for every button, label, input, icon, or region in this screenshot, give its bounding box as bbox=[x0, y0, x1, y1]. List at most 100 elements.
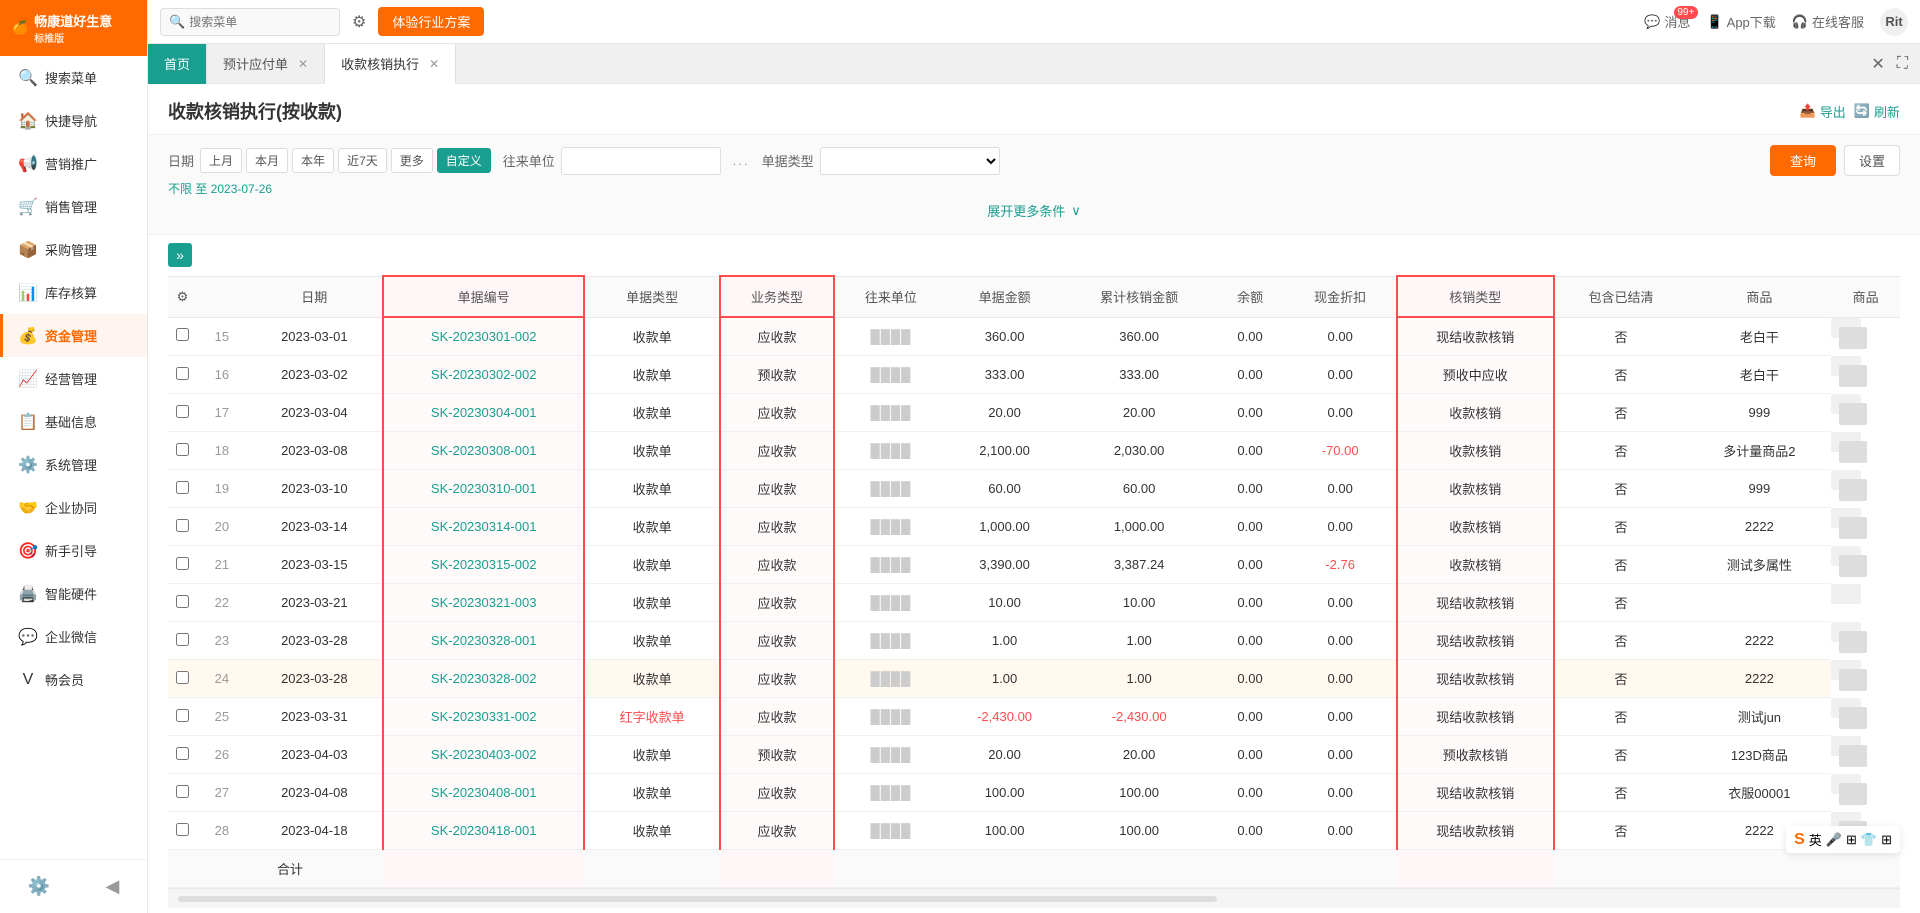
cell-doc-no[interactable]: SK-20230310-001 bbox=[383, 470, 585, 508]
row-checkbox[interactable] bbox=[176, 519, 189, 532]
cell-checkbox[interactable] bbox=[168, 660, 197, 698]
date-last-month-btn[interactable]: 上月 bbox=[200, 148, 242, 173]
doc-no-link[interactable]: SK-20230321-003 bbox=[431, 595, 537, 610]
cell-checkbox[interactable] bbox=[168, 584, 197, 622]
filter-expand-btn[interactable]: 展开更多条件 ∨ bbox=[168, 197, 1900, 224]
row-checkbox[interactable] bbox=[176, 367, 189, 380]
doc-no-link[interactable]: SK-20230408-001 bbox=[431, 785, 537, 800]
cell-doc-no[interactable]: SK-20230302-002 bbox=[383, 356, 585, 394]
doc-no-link[interactable]: SK-20230302-002 bbox=[431, 367, 537, 382]
cell-doc-no[interactable]: SK-20230315-002 bbox=[383, 546, 585, 584]
cell-doc-no[interactable]: SK-20230314-001 bbox=[383, 508, 585, 546]
sidebar-item-corp[interactable]: 🤝 企业协同 bbox=[0, 486, 147, 529]
cell-doc-no[interactable]: SK-20230301-002 bbox=[383, 317, 585, 356]
row-checkbox[interactable] bbox=[176, 595, 189, 608]
date-this-year-btn[interactable]: 本年 bbox=[292, 148, 334, 173]
cell-doc-no[interactable]: SK-20230331-002 bbox=[383, 698, 585, 736]
row-checkbox[interactable] bbox=[176, 785, 189, 798]
user-avatar[interactable]: Rit bbox=[1880, 8, 1908, 36]
doc-no-link[interactable]: SK-20230331-002 bbox=[431, 709, 537, 724]
sidebar-item-marketing[interactable]: 📢 营销推广 bbox=[0, 142, 147, 185]
cell-doc-no[interactable]: SK-20230328-002 bbox=[383, 660, 585, 698]
message-badge[interactable]: 💬 消息 99+ bbox=[1644, 12, 1690, 31]
doc-no-link[interactable]: SK-20230403-002 bbox=[431, 747, 537, 762]
counterparty-input[interactable] bbox=[561, 147, 721, 175]
col-settings[interactable]: ⚙ bbox=[168, 276, 197, 317]
row-checkbox[interactable] bbox=[176, 405, 189, 418]
row-checkbox[interactable] bbox=[176, 671, 189, 684]
sidebar-item-finance[interactable]: 💰 资金管理 bbox=[0, 314, 147, 357]
sidebar-item-basic-info[interactable]: 📋 基础信息 bbox=[0, 400, 147, 443]
row-checkbox[interactable] bbox=[176, 328, 189, 341]
sidebar-item-vip[interactable]: V 畅会员 bbox=[0, 658, 147, 701]
solution-button[interactable]: 体验行业方案 bbox=[378, 7, 484, 36]
cell-doc-no[interactable]: SK-20230308-001 bbox=[383, 432, 585, 470]
cell-checkbox[interactable] bbox=[168, 736, 197, 774]
date-more-btn[interactable]: 更多 bbox=[391, 148, 433, 173]
sidebar-item-quick-nav[interactable]: 🏠 快捷导航 bbox=[0, 99, 147, 142]
sidebar-item-hardware[interactable]: 🖨️ 智能硬件 bbox=[0, 572, 147, 615]
sidebar-item-system[interactable]: ⚙️ 系统管理 bbox=[0, 443, 147, 486]
tab-collection[interactable]: 收款核销执行 ✕ bbox=[325, 44, 456, 84]
tab-prepay-close[interactable]: ✕ bbox=[298, 57, 308, 71]
cell-doc-no[interactable]: SK-20230418-001 bbox=[383, 812, 585, 850]
tab-prepay[interactable]: 预计应付单 ✕ bbox=[207, 44, 325, 84]
filter-dots[interactable]: ... bbox=[733, 153, 750, 168]
cell-checkbox[interactable] bbox=[168, 317, 197, 356]
cell-doc-no[interactable]: SK-20230321-003 bbox=[383, 584, 585, 622]
doc-no-link[interactable]: SK-20230315-002 bbox=[431, 557, 537, 572]
cell-checkbox[interactable] bbox=[168, 812, 197, 850]
tab-expand-btn[interactable]: ⛶ bbox=[1893, 51, 1912, 77]
export-button[interactable]: 📤 导出 bbox=[1800, 102, 1846, 121]
sidebar-settings-btn[interactable]: ⚙️ bbox=[20, 868, 58, 905]
query-button[interactable]: 查询 bbox=[1770, 145, 1836, 176]
cell-checkbox[interactable] bbox=[168, 546, 197, 584]
tab-home[interactable]: 首页 bbox=[148, 44, 207, 84]
cell-checkbox[interactable] bbox=[168, 356, 197, 394]
row-checkbox[interactable] bbox=[176, 481, 189, 494]
sidebar-item-operations[interactable]: 📈 经营管理 bbox=[0, 357, 147, 400]
cell-checkbox[interactable] bbox=[168, 774, 197, 812]
cell-doc-no[interactable]: SK-20230403-002 bbox=[383, 736, 585, 774]
sidebar-item-guide[interactable]: 🎯 新手引导 bbox=[0, 529, 147, 572]
row-checkbox[interactable] bbox=[176, 557, 189, 570]
row-checkbox[interactable] bbox=[176, 747, 189, 760]
sidebar-item-inventory[interactable]: 📊 库存核算 bbox=[0, 271, 147, 314]
date-custom-btn[interactable]: 自定义 bbox=[437, 148, 491, 173]
sidebar-item-purchase[interactable]: 📦 采购管理 bbox=[0, 228, 147, 271]
row-checkbox[interactable] bbox=[176, 633, 189, 646]
sidebar-item-search[interactable]: 🔍 搜索菜单 bbox=[0, 56, 147, 99]
doc-no-link[interactable]: SK-20230328-001 bbox=[431, 633, 537, 648]
toolbar-expand-btn[interactable]: » bbox=[168, 243, 192, 267]
filter-settings-button[interactable]: 设置 bbox=[1844, 145, 1900, 176]
doc-no-link[interactable]: SK-20230301-002 bbox=[431, 329, 537, 344]
topbar-search-input[interactable] bbox=[189, 15, 319, 29]
sidebar-collapse-btn[interactable]: ◀ bbox=[97, 868, 127, 905]
sidebar-item-sales[interactable]: 🛒 销售管理 bbox=[0, 185, 147, 228]
cell-checkbox[interactable] bbox=[168, 698, 197, 736]
doc-no-link[interactable]: SK-20230314-001 bbox=[431, 519, 537, 534]
cell-doc-no[interactable]: SK-20230328-001 bbox=[383, 622, 585, 660]
cell-checkbox[interactable] bbox=[168, 394, 197, 432]
online-service[interactable]: 🎧 在线客服 bbox=[1792, 12, 1864, 31]
date-7days-btn[interactable]: 近7天 bbox=[338, 148, 387, 173]
date-this-month-btn[interactable]: 本月 bbox=[246, 148, 288, 173]
app-download[interactable]: 📱 App下载 bbox=[1706, 12, 1775, 31]
tab-close-btn[interactable]: ✕ bbox=[1867, 50, 1888, 78]
row-checkbox[interactable] bbox=[176, 823, 189, 836]
cell-checkbox[interactable] bbox=[168, 508, 197, 546]
cell-doc-no[interactable]: SK-20230408-001 bbox=[383, 774, 585, 812]
cell-doc-no[interactable]: SK-20230304-001 bbox=[383, 394, 585, 432]
sidebar-item-wechat[interactable]: 💬 企业微信 bbox=[0, 615, 147, 658]
doc-no-link[interactable]: SK-20230310-001 bbox=[431, 481, 537, 496]
topbar-settings-icon[interactable]: ⚙ bbox=[348, 8, 370, 36]
cell-checkbox[interactable] bbox=[168, 432, 197, 470]
tab-collection-close[interactable]: ✕ bbox=[429, 57, 439, 71]
topbar-search-box[interactable]: 🔍 bbox=[160, 8, 340, 36]
cell-checkbox[interactable] bbox=[168, 622, 197, 660]
cell-checkbox[interactable] bbox=[168, 470, 197, 508]
doc-no-link[interactable]: SK-20230328-002 bbox=[431, 671, 537, 686]
row-checkbox[interactable] bbox=[176, 709, 189, 722]
row-checkbox[interactable] bbox=[176, 443, 189, 456]
doc-no-link[interactable]: SK-20230418-001 bbox=[431, 823, 537, 838]
